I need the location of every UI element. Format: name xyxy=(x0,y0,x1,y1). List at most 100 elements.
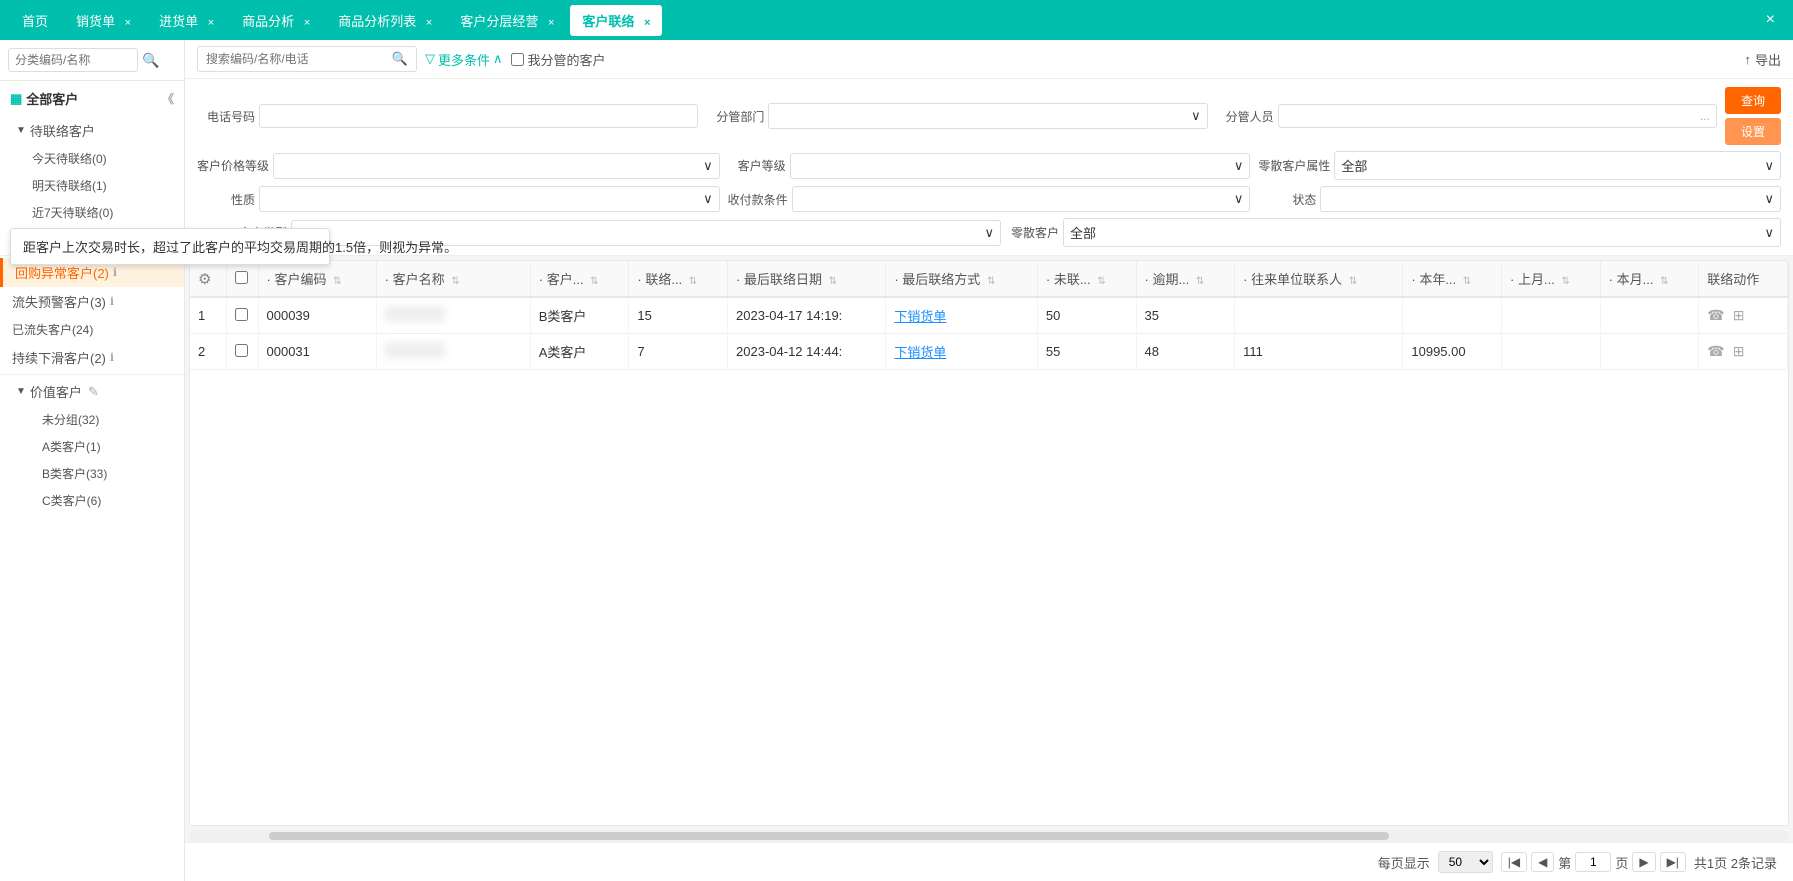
cell-checkbox-2 xyxy=(226,334,258,370)
next-page-btn[interactable]: ▶ xyxy=(1632,852,1655,872)
retail-customer-select[interactable]: 全部 ∨ xyxy=(1063,218,1781,247)
nature-select[interactable]: ∨ xyxy=(259,186,720,212)
filter-phone: 电话号码 xyxy=(197,104,698,128)
filter-retail-attr: 零散客户属性 全部 ∨ xyxy=(1258,151,1781,180)
prev-page-btn[interactable]: ◀ xyxy=(1531,852,1554,872)
sidebar-search-icon[interactable]: 🔍 xyxy=(142,52,159,69)
retail-attr-select[interactable]: 全部 ∨ xyxy=(1334,151,1781,180)
sidebar-search-input[interactable] xyxy=(8,48,138,72)
cell-checkbox-1 xyxy=(226,297,258,334)
sidebar-class-a[interactable]: A类客户(1) xyxy=(20,433,184,460)
sidebar-pending-contact-title[interactable]: ▼ 待联络客户 xyxy=(10,116,184,145)
filter-search-input[interactable] xyxy=(206,52,388,66)
action-grid-icon-1[interactable]: ⊞ xyxy=(1733,307,1745,324)
nav-item-product-analysis[interactable]: 商品分析 × xyxy=(230,5,322,36)
nav-close-all-button[interactable]: × xyxy=(1758,7,1783,33)
sidebar-value-customers-title[interactable]: ▼ 价值客户 ✎ xyxy=(10,377,184,406)
horizontal-scrollbar[interactable] xyxy=(189,830,1789,842)
horizontal-scroll-thumb[interactable] xyxy=(269,832,1389,840)
sort-icon-last-method: ⇅ xyxy=(987,276,995,287)
last-page-btn[interactable]: ▶| xyxy=(1660,852,1686,872)
filter-payment: 收付款条件 ∨ xyxy=(728,186,1251,212)
price-level-select[interactable]: ∨ xyxy=(273,153,720,179)
nav-item-product-analysis-list[interactable]: 商品分析列表 × xyxy=(326,5,444,36)
per-page-select[interactable]: 50 20 100 xyxy=(1438,851,1493,873)
status-select[interactable]: ∨ xyxy=(1320,186,1781,212)
nav-close-product-analysis-list[interactable]: × xyxy=(426,17,432,29)
th-uncontacted: · 未联... ⇅ xyxy=(1037,261,1136,297)
nav-item-purchase[interactable]: 进货单 × xyxy=(147,5,226,36)
th-last-month: · 上月... ⇅ xyxy=(1502,261,1601,297)
info-icon-churn-warning[interactable]: ℹ xyxy=(110,295,114,308)
my-customers-checkbox[interactable] xyxy=(511,53,524,66)
last-method-link-1[interactable]: 下销货单 xyxy=(894,309,946,324)
row-checkbox-1[interactable] xyxy=(235,308,248,321)
sidebar-value-subgroup: 未分组(32) A类客户(1) B类客户(33) C类客户(6) xyxy=(10,406,184,514)
table-settings-icon[interactable]: ⚙ xyxy=(198,271,211,288)
sort-icon-code: ⇅ xyxy=(333,276,341,287)
query-button[interactable]: 查询 xyxy=(1725,87,1781,114)
nav-item-customer-segment[interactable]: 客户分层经营 × xyxy=(448,5,566,36)
nav-close-product-analysis[interactable]: × xyxy=(304,17,310,29)
payment-select[interactable]: ∨ xyxy=(792,186,1251,212)
cell-contact-1: 15 xyxy=(629,297,728,334)
sidebar-unclassified[interactable]: 未分组(32) xyxy=(20,406,184,433)
nav-item-sales[interactable]: 销货单 × xyxy=(64,5,143,36)
last-method-link-2[interactable]: 下销货单 xyxy=(894,345,946,360)
th-this-year: · 本年... ⇅ xyxy=(1403,261,1502,297)
th-overdue: · 逾期... ⇅ xyxy=(1136,261,1235,297)
nav-item-customer-contact[interactable]: 客户联络 × xyxy=(570,5,662,36)
select-all-checkbox[interactable] xyxy=(235,271,248,284)
arrow-icon: ▼ xyxy=(16,125,26,136)
nav-close-purchase[interactable]: × xyxy=(208,17,214,29)
sidebar-tomorrow-contact[interactable]: 明天待联络(1) xyxy=(10,172,184,199)
nav-close-customer-contact[interactable]: × xyxy=(644,17,650,29)
settings-button[interactable]: 设置 xyxy=(1725,118,1781,145)
edit-value-group-icon[interactable]: ✎ xyxy=(88,384,99,400)
first-page-btn[interactable]: |◀ xyxy=(1501,852,1527,872)
info-icon-repurchase[interactable]: ℹ xyxy=(113,266,117,279)
sidebar-churned[interactable]: 已流失客户(24) xyxy=(0,316,184,343)
manager-select[interactable]: ... xyxy=(1278,104,1717,128)
cell-overdue-2: 48 xyxy=(1136,334,1235,370)
info-icon-declining[interactable]: ℹ xyxy=(110,351,114,364)
customer-level-select[interactable]: ∨ xyxy=(790,153,1251,179)
my-customers-checkbox-area[interactable]: 我分管的客户 xyxy=(511,50,606,69)
sidebar-all-customers[interactable]: ▦ 全部客户 《 xyxy=(0,81,184,116)
status-arrow: ∨ xyxy=(1764,191,1774,207)
sort-icon-last-date: ⇅ xyxy=(829,276,837,287)
sidebar-collapse-btn[interactable]: 《 xyxy=(162,90,174,107)
dept-select[interactable]: ∨ xyxy=(768,103,1207,129)
page-number-input[interactable] xyxy=(1575,852,1611,872)
cell-this-year-2: 10995.00 xyxy=(1403,334,1502,370)
filter-action-buttons: 查询 设置 xyxy=(1725,87,1781,145)
sidebar-class-c[interactable]: C类客户(6) xyxy=(20,487,184,514)
nav-item-home[interactable]: 首页 xyxy=(10,5,60,36)
sidebar-today-contact[interactable]: 今天待联络(0) xyxy=(10,145,184,172)
sidebar-value-customers-group: ▼ 价值客户 ✎ 未分组(32) A类客户(1) B类客户(33) C类客户(6… xyxy=(0,377,184,514)
filter-status: 状态 ∨ xyxy=(1258,186,1781,212)
export-button[interactable]: ↑ 导出 xyxy=(1744,50,1781,69)
filter-price-level: 客户价格等级 ∨ xyxy=(197,153,720,179)
th-company-contact: · 往来单位联系人 ⇅ xyxy=(1235,261,1403,297)
more-conditions-btn[interactable]: ▽ 更多条件 ∧ xyxy=(425,50,503,69)
cell-last-date-1: 2023-04-17 14:19: xyxy=(728,297,886,334)
action-phone-icon-1[interactable]: ☎ xyxy=(1707,307,1724,324)
cell-this-month-2 xyxy=(1600,334,1699,370)
th-action: 联络动作 xyxy=(1699,261,1788,297)
customer-table: ⚙ · 客户编码 ⇅ · 客户名称 ⇅ xyxy=(190,261,1788,370)
cell-seq-2: 2 xyxy=(190,334,226,370)
action-phone-icon-2[interactable]: ☎ xyxy=(1707,343,1724,360)
sidebar-class-b[interactable]: B类客户(33) xyxy=(20,460,184,487)
cell-contact-2: 7 xyxy=(629,334,728,370)
cell-last-date-2: 2023-04-12 14:44: xyxy=(728,334,886,370)
nav-close-customer-segment[interactable]: × xyxy=(548,17,554,29)
phone-input[interactable] xyxy=(259,104,698,128)
filter-dept: 分管部门 ∨ xyxy=(706,103,1207,129)
nav-close-sales[interactable]: × xyxy=(125,17,131,29)
action-grid-icon-2[interactable]: ⊞ xyxy=(1733,343,1745,360)
sidebar-declining[interactable]: 持续下滑客户(2) ℹ xyxy=(0,343,184,372)
row-checkbox-2[interactable] xyxy=(235,344,248,357)
sidebar-churn-warning[interactable]: 流失预警客户(3) ℹ xyxy=(0,287,184,316)
sidebar-7days-contact[interactable]: 近7天待联络(0) xyxy=(10,199,184,226)
